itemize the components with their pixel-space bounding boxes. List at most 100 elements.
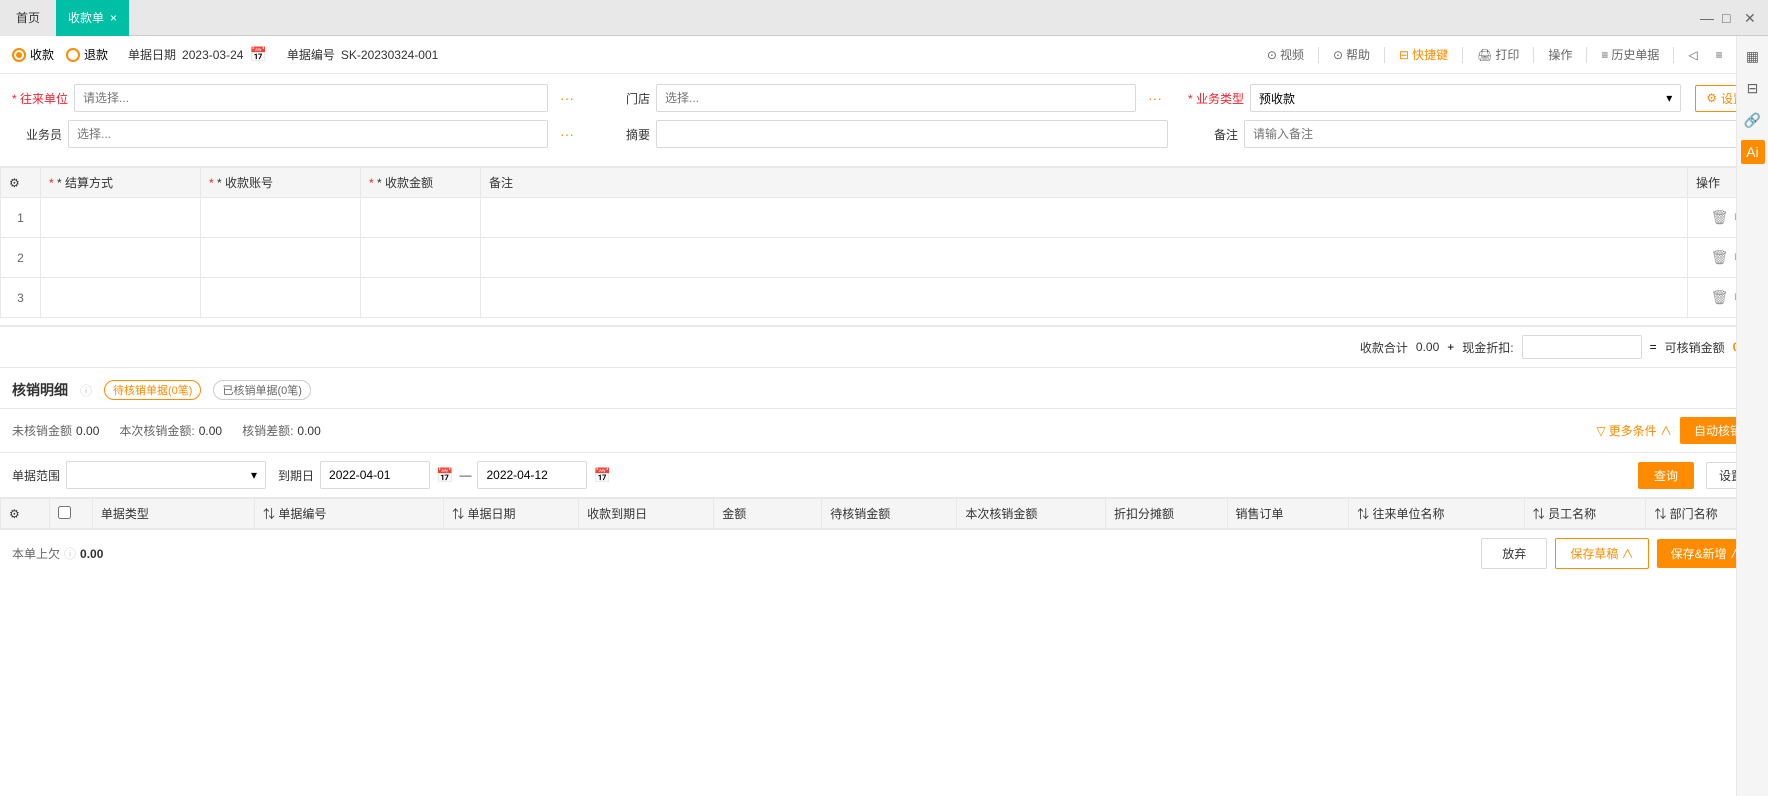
- account-input-1[interactable]: [201, 198, 360, 237]
- biz-type-select[interactable]: 预收款 ▾: [1250, 84, 1681, 112]
- shop-more-icon[interactable]: ···: [1142, 90, 1168, 106]
- bth-checkbox[interactable]: [49, 499, 92, 529]
- sidebar-icon-2[interactable]: ⊟: [1741, 76, 1765, 100]
- shortcut-button[interactable]: ⊟ 快捷键: [1395, 44, 1452, 65]
- settle-cell-1[interactable]: [41, 198, 201, 238]
- footer-info: 本单上欠 ⓘ 0.00: [12, 545, 103, 562]
- help-button[interactable]: ⊙ 帮助: [1329, 44, 1374, 65]
- layout-button1[interactable]: ◁: [1684, 46, 1701, 64]
- amount-input-3[interactable]: [361, 278, 480, 317]
- tab-active-label: 收款单: [68, 0, 104, 36]
- equal-sign: =: [1650, 340, 1657, 354]
- remark-cell-3[interactable]: [481, 278, 1688, 318]
- video-button[interactable]: ⊙ 视频: [1263, 44, 1308, 65]
- row-num-1: 1: [1, 198, 41, 238]
- bth-partner: ⇅ 往来单位名称: [1349, 499, 1525, 529]
- account-cell-1[interactable]: [201, 198, 361, 238]
- sidebar-ai-icon[interactable]: Ai: [1741, 140, 1765, 164]
- account-cell-3[interactable]: [201, 278, 361, 318]
- form-area: * 往来单位 ··· 门店 ··· * 业务类型 预收款 ▾ ⚙ 设置: [0, 74, 1768, 167]
- account-input-2[interactable]: [201, 238, 360, 277]
- amount-input-2[interactable]: [361, 238, 480, 277]
- order-info-icon[interactable]: ⓘ: [64, 545, 76, 562]
- summary-input[interactable]: [656, 120, 1168, 148]
- select-all-checkbox[interactable]: [58, 506, 71, 519]
- partner-input[interactable]: [74, 84, 548, 112]
- toolbar-right: ⊙ 视频 ⊙ 帮助 ⊟ 快捷键 🖨 打印 操作: [1263, 44, 1756, 65]
- operation-button[interactable]: 操作: [1544, 44, 1576, 65]
- date-start-input[interactable]: [320, 461, 430, 489]
- remark-cell-2[interactable]: [481, 238, 1688, 278]
- save-draft-button[interactable]: 保存草稿 ∧: [1555, 538, 1648, 569]
- amount-cell-2[interactable]: [361, 238, 481, 278]
- total-value: 0.00: [1416, 340, 1439, 354]
- th-remark: 备注: [481, 168, 1688, 198]
- shop-input[interactable]: [656, 84, 1136, 112]
- summary-field: 摘要: [600, 120, 1168, 148]
- abandon-button[interactable]: 放弃: [1481, 538, 1547, 569]
- biz-type-value: 预收款: [1259, 90, 1295, 107]
- docno-field: 单据编号 SK-20230324-001: [287, 46, 438, 63]
- amount-cell-3[interactable]: [361, 278, 481, 318]
- form-row-1: * 往来单位 ··· 门店 ··· * 业务类型 预收款 ▾ ⚙ 设置: [12, 84, 1756, 112]
- done-badge[interactable]: 已核销单据(0笔): [213, 380, 310, 400]
- date-field: 单据日期 2023-03-24 📅: [128, 46, 267, 63]
- diff-value: 0.00: [297, 424, 320, 438]
- remark-input-3[interactable]: [481, 278, 1687, 317]
- maximize-button[interactable]: □: [1722, 11, 1736, 25]
- remark-input-1[interactable]: [481, 198, 1687, 237]
- history-button[interactable]: ≡ 历史单据: [1597, 44, 1663, 65]
- remark-cell-1[interactable]: [481, 198, 1688, 238]
- sidebar-icon-1[interactable]: ▦: [1741, 44, 1765, 68]
- staff-input[interactable]: [68, 120, 548, 148]
- settle-input-3[interactable]: [41, 278, 200, 317]
- remark-input[interactable]: [1244, 120, 1756, 148]
- cal-end-icon[interactable]: 📅: [593, 467, 610, 484]
- partner-more-icon[interactable]: ···: [554, 90, 580, 106]
- data-table: ⚙ * * 结算方式 * * 收款账号 * * 收款金额 备注 操作 1: [0, 167, 1768, 318]
- date-end-input[interactable]: [477, 461, 587, 489]
- amount-input-1[interactable]: [361, 198, 480, 237]
- discount-input[interactable]: [1522, 335, 1642, 359]
- staff-more-icon[interactable]: ···: [554, 126, 580, 142]
- stat-current: 本次核销金额: 0.00: [119, 422, 222, 439]
- video-label: 视频: [1280, 46, 1304, 63]
- cal-start-icon[interactable]: 📅: [436, 467, 453, 484]
- bth-gear[interactable]: ⚙: [1, 499, 50, 529]
- minimize-button[interactable]: —: [1700, 11, 1714, 25]
- remark-input-2[interactable]: [481, 238, 1687, 277]
- th-gear[interactable]: ⚙: [1, 168, 41, 198]
- radio-refund[interactable]: 退款: [66, 46, 108, 63]
- writeoff-info-icon[interactable]: ⓘ: [80, 382, 92, 399]
- tab-active[interactable]: 收款单 ×: [56, 0, 129, 36]
- settle-cell-3[interactable]: [41, 278, 201, 318]
- filter-range-select[interactable]: ▾: [66, 461, 266, 489]
- settle-input-2[interactable]: [41, 238, 200, 277]
- close-button[interactable]: ✕: [1744, 11, 1758, 25]
- account-input-3[interactable]: [201, 278, 360, 317]
- calendar-icon[interactable]: 📅: [249, 46, 266, 63]
- pending-badge[interactable]: 待核销单据(0笔): [104, 380, 201, 400]
- settle-input-1[interactable]: [41, 198, 200, 237]
- date-label: 单据日期: [128, 46, 176, 63]
- bth-discount: 折扣分摊额: [1105, 499, 1227, 529]
- query-button[interactable]: 查询: [1638, 462, 1694, 489]
- print-button[interactable]: 🖨 打印: [1473, 44, 1523, 65]
- table-area: ⚙ * * 结算方式 * * 收款账号 * * 收款金额 备注 操作 1: [0, 167, 1768, 327]
- account-cell-2[interactable]: [201, 238, 361, 278]
- layout-button2[interactable]: ≡: [1712, 46, 1727, 64]
- tab-home[interactable]: 首页: [0, 0, 56, 36]
- tab-close-icon[interactable]: ×: [110, 0, 117, 36]
- divider4: [1533, 47, 1534, 63]
- sidebar-icon-3[interactable]: 🔗: [1741, 108, 1765, 132]
- delete-icon-1[interactable]: 🗑: [1711, 209, 1729, 226]
- settle-cell-2[interactable]: [41, 238, 201, 278]
- writeoff-title: 核销明细: [12, 380, 68, 400]
- delete-icon-2[interactable]: 🗑: [1711, 249, 1729, 266]
- more-conditions-button[interactable]: ▽ 更多条件 ∧: [1596, 422, 1672, 439]
- delete-icon-3[interactable]: 🗑: [1711, 289, 1729, 306]
- th-account: * * 收款账号: [201, 168, 361, 198]
- amount-cell-1[interactable]: [361, 198, 481, 238]
- plus-sign: +: [1447, 340, 1454, 354]
- radio-receive[interactable]: 收款: [12, 46, 54, 63]
